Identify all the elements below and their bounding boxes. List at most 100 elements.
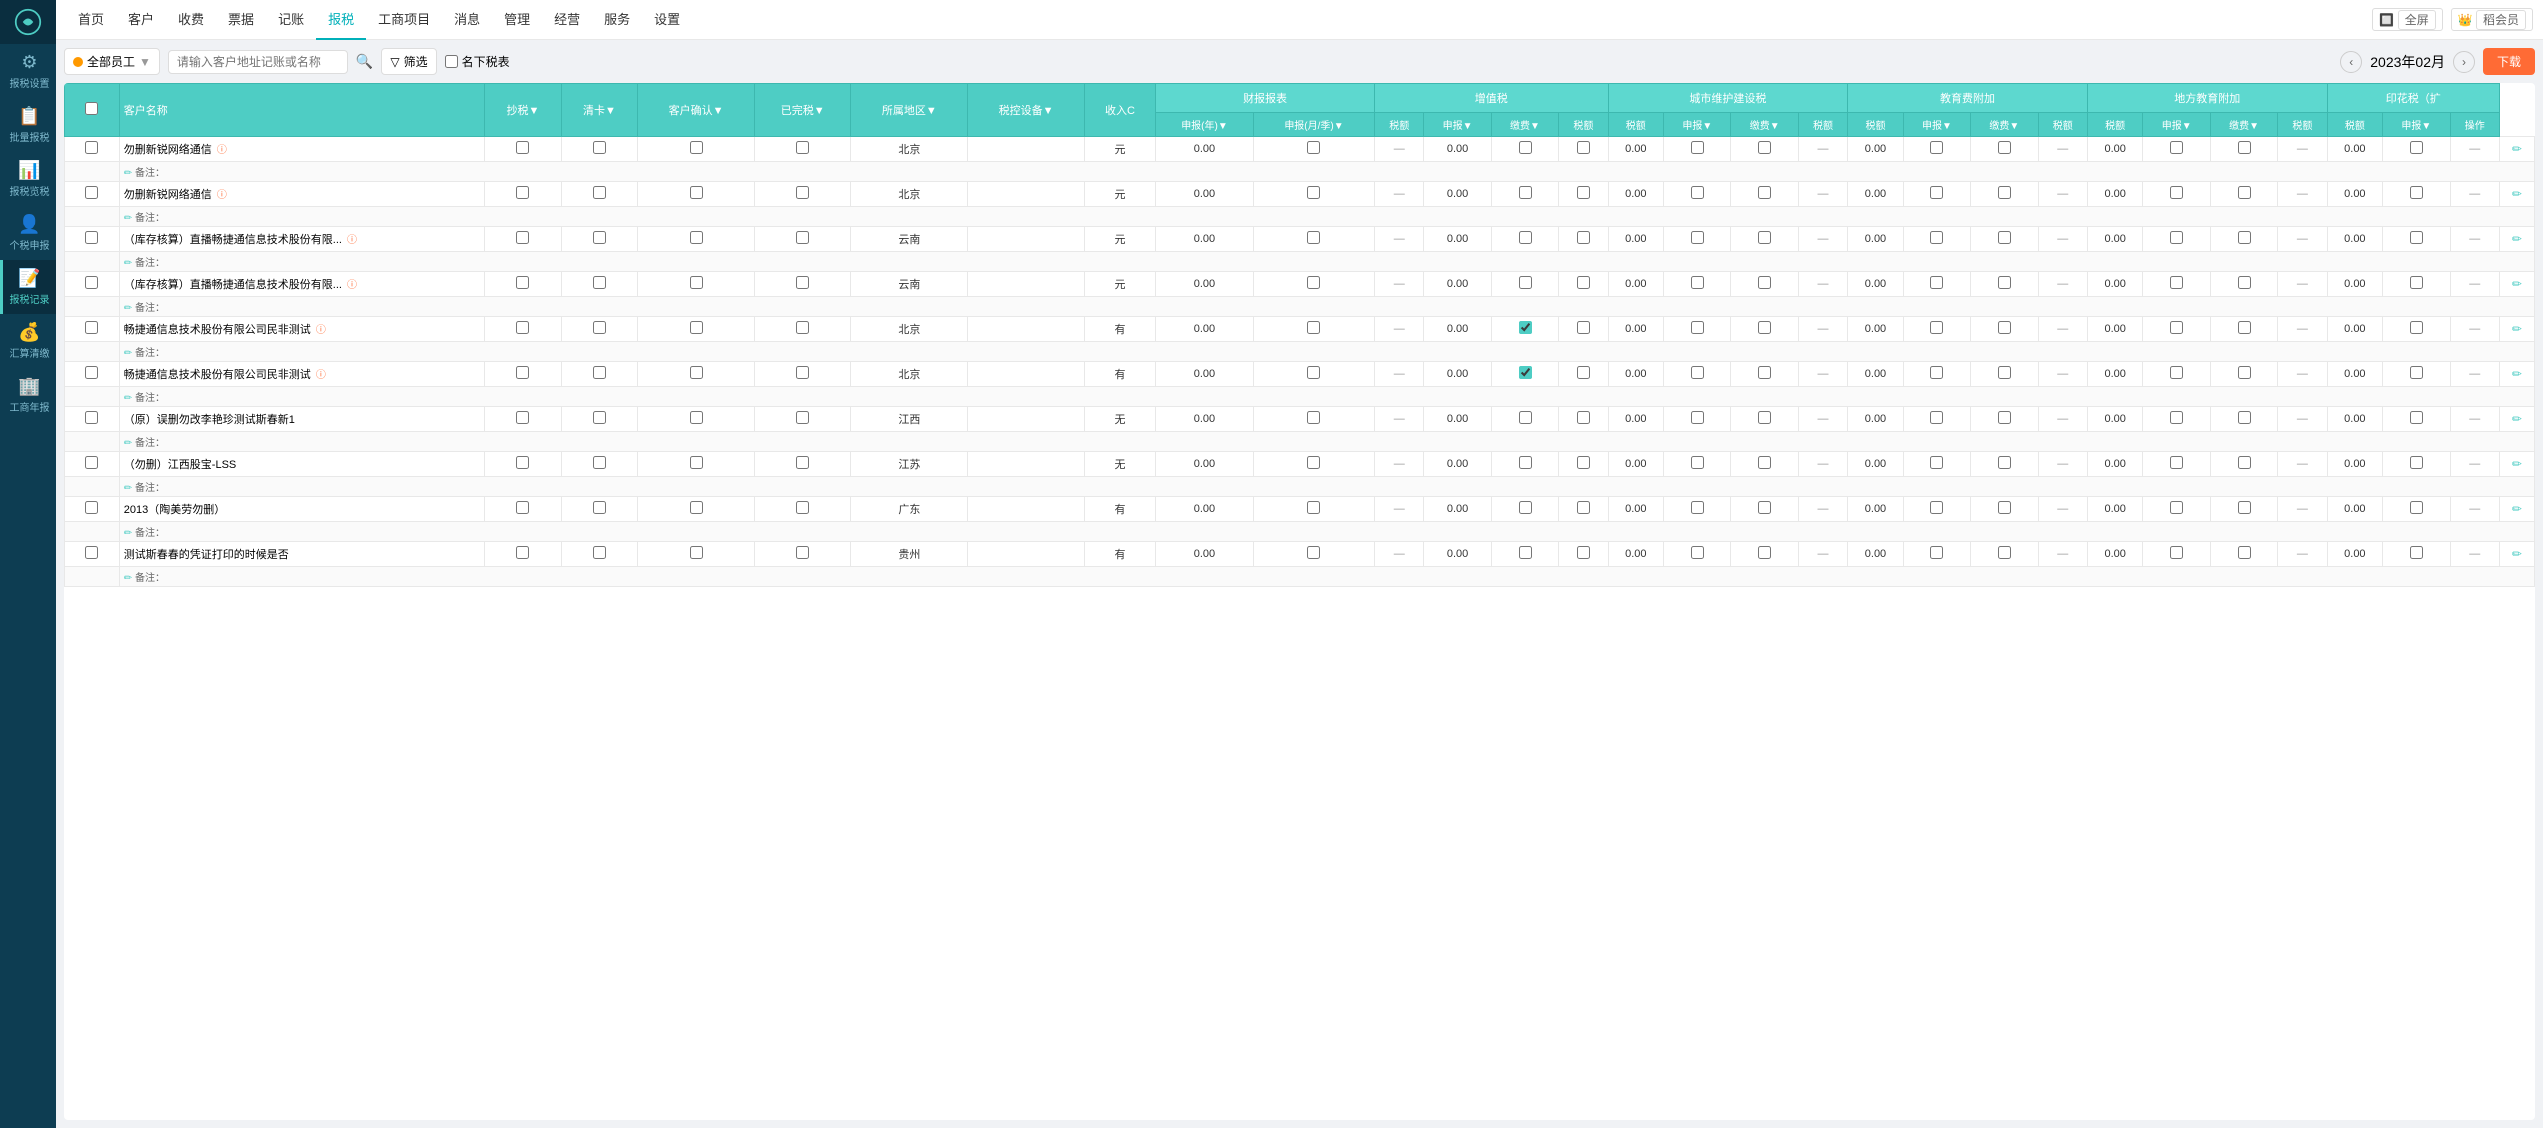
row-checkbox[interactable] — [85, 546, 98, 559]
edu-declare-checkbox[interactable] — [1930, 501, 1943, 514]
city-declare-checkbox[interactable] — [1691, 186, 1704, 199]
chaoshui-checkbox[interactable] — [516, 546, 529, 559]
edu-pay-checkbox[interactable] — [1998, 411, 2011, 424]
local-pay-checkbox[interactable] — [2238, 276, 2251, 289]
city-declare-checkbox[interactable] — [1691, 456, 1704, 469]
nav-accounting[interactable]: 记账 — [266, 0, 316, 40]
note-edit-icon[interactable]: ✏ — [124, 258, 135, 269]
confirm-checkbox[interactable] — [690, 141, 703, 154]
annual-checkbox[interactable] — [1307, 546, 1320, 559]
vat-pay-checkbox[interactable] — [1577, 456, 1590, 469]
row-checkbox[interactable] — [85, 141, 98, 154]
search-input[interactable] — [168, 50, 348, 74]
stamp-declare-checkbox[interactable] — [2410, 186, 2423, 199]
note-edit-icon[interactable]: ✏ — [124, 348, 135, 359]
qingka-checkbox[interactable] — [593, 456, 606, 469]
stamp-declare-checkbox[interactable] — [2410, 141, 2423, 154]
edit-icon[interactable]: ✏ — [2512, 547, 2522, 561]
annual-checkbox[interactable] — [1307, 501, 1320, 514]
chaoshui-checkbox[interactable] — [516, 186, 529, 199]
stamp-declare-checkbox[interactable] — [2410, 546, 2423, 559]
local-pay-checkbox[interactable] — [2238, 321, 2251, 334]
nav-commerce[interactable]: 工商项目 — [366, 0, 442, 40]
local-declare-checkbox[interactable] — [2170, 321, 2183, 334]
paid-checkbox[interactable] — [796, 411, 809, 424]
city-pay-checkbox[interactable] — [1758, 231, 1771, 244]
chaoshui-checkbox[interactable] — [516, 411, 529, 424]
local-pay-checkbox[interactable] — [2238, 501, 2251, 514]
local-declare-checkbox[interactable] — [2170, 141, 2183, 154]
fullscreen-btn[interactable]: 🔲 全屏 — [2372, 8, 2442, 31]
paid-checkbox[interactable] — [796, 186, 809, 199]
annual-checkbox[interactable] — [1307, 186, 1320, 199]
note-edit-icon[interactable]: ✏ — [124, 483, 135, 494]
sidebar-item-tax-view[interactable]: 📊 报税览税 — [0, 152, 56, 206]
vat-pay-checkbox[interactable] — [1577, 186, 1590, 199]
qingka-checkbox[interactable] — [593, 186, 606, 199]
stamp-declare-checkbox[interactable] — [2410, 456, 2423, 469]
paid-checkbox[interactable] — [796, 141, 809, 154]
nav-service[interactable]: 服务 — [592, 0, 642, 40]
nav-tax[interactable]: 报税 — [316, 0, 366, 40]
paid-checkbox[interactable] — [796, 276, 809, 289]
sidebar-item-personal-tax[interactable]: 👤 个税申报 — [0, 206, 56, 260]
qingka-checkbox[interactable] — [593, 141, 606, 154]
nav-client[interactable]: 客户 — [116, 0, 166, 40]
note-edit-icon[interactable]: ✏ — [124, 303, 135, 314]
edu-pay-checkbox[interactable] — [1998, 186, 2011, 199]
vat-declare-checkbox[interactable] — [1519, 231, 1532, 244]
stamp-declare-checkbox[interactable] — [2410, 366, 2423, 379]
city-pay-checkbox[interactable] — [1758, 411, 1771, 424]
edit-icon[interactable]: ✏ — [2512, 322, 2522, 336]
row-checkbox[interactable] — [85, 321, 98, 334]
edu-declare-checkbox[interactable] — [1930, 141, 1943, 154]
note-edit-icon[interactable]: ✏ — [124, 168, 135, 179]
city-pay-checkbox[interactable] — [1758, 366, 1771, 379]
chaoshui-checkbox[interactable] — [516, 231, 529, 244]
filter-button[interactable]: ▽ 筛选 — [381, 48, 436, 75]
confirm-checkbox[interactable] — [690, 186, 703, 199]
stamp-declare-checkbox[interactable] — [2410, 501, 2423, 514]
sidebar-item-annual-report[interactable]: 🏢 工商年报 — [0, 368, 56, 422]
city-pay-checkbox[interactable] — [1758, 546, 1771, 559]
paid-checkbox[interactable] — [796, 366, 809, 379]
row-checkbox[interactable] — [85, 501, 98, 514]
chaoshui-checkbox[interactable] — [516, 321, 529, 334]
edu-pay-checkbox[interactable] — [1998, 456, 2011, 469]
nav-home[interactable]: 首页 — [66, 0, 116, 40]
local-pay-checkbox[interactable] — [2238, 231, 2251, 244]
edit-icon[interactable]: ✏ — [2512, 412, 2522, 426]
paid-checkbox[interactable] — [796, 501, 809, 514]
row-checkbox[interactable] — [85, 411, 98, 424]
annual-checkbox[interactable] — [1307, 141, 1320, 154]
row-checkbox[interactable] — [85, 186, 98, 199]
row-checkbox[interactable] — [85, 366, 98, 379]
edit-icon[interactable]: ✏ — [2512, 277, 2522, 291]
sidebar-item-batch-tax[interactable]: 📋 批量报税 — [0, 98, 56, 152]
city-pay-checkbox[interactable] — [1758, 276, 1771, 289]
chaoshui-checkbox[interactable] — [516, 456, 529, 469]
vat-pay-checkbox[interactable] — [1577, 411, 1590, 424]
chaoshui-checkbox[interactable] — [516, 141, 529, 154]
stamp-declare-checkbox[interactable] — [2410, 276, 2423, 289]
vat-declare-checkbox[interactable] — [1519, 321, 1532, 334]
nav-billing[interactable]: 收费 — [166, 0, 216, 40]
confirm-checkbox[interactable] — [690, 546, 703, 559]
annual-checkbox[interactable] — [1307, 321, 1320, 334]
qingka-checkbox[interactable] — [593, 411, 606, 424]
sidebar-item-tax-settings[interactable]: ⚙ 报税设置 — [0, 44, 56, 98]
local-declare-checkbox[interactable] — [2170, 456, 2183, 469]
edit-icon[interactable]: ✏ — [2512, 187, 2522, 201]
row-checkbox[interactable] — [85, 276, 98, 289]
city-declare-checkbox[interactable] — [1691, 276, 1704, 289]
local-declare-checkbox[interactable] — [2170, 231, 2183, 244]
edit-icon[interactable]: ✏ — [2512, 502, 2522, 516]
chaoshui-checkbox[interactable] — [516, 366, 529, 379]
paid-checkbox[interactable] — [796, 456, 809, 469]
annual-checkbox[interactable] — [1307, 231, 1320, 244]
local-declare-checkbox[interactable] — [2170, 411, 2183, 424]
vat-declare-checkbox[interactable] — [1519, 186, 1532, 199]
edu-pay-checkbox[interactable] — [1998, 141, 2011, 154]
vat-declare-checkbox[interactable] — [1519, 366, 1532, 379]
local-declare-checkbox[interactable] — [2170, 546, 2183, 559]
